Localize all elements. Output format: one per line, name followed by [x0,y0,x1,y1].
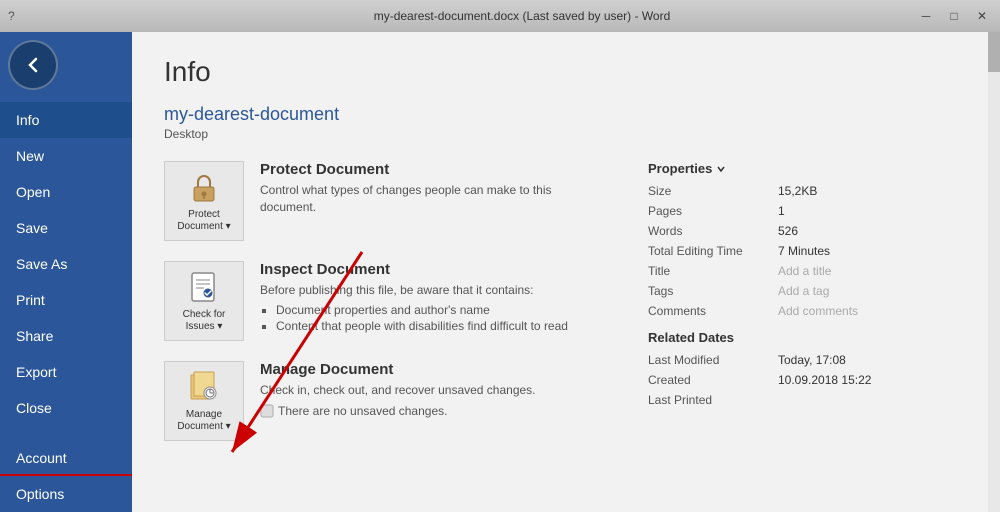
prop-label-words: Words [648,224,778,238]
manage-card-title: Manage Document [260,361,536,378]
prop-words: Words 526 [648,224,968,238]
check-issues-button[interactable]: Check forIssues ▾ [164,261,244,341]
titlebar-controls: ─ □ ✕ [916,6,992,26]
app-layout: Info New Open Save Save As Print Share E… [0,32,1000,512]
prop-label-size: Size [648,184,778,198]
inspect-bullet-2: Content that people with disabilities fi… [276,319,568,333]
prop-value-words: 526 [778,224,798,238]
manage-card-note: There are no unsaved changes. [260,403,536,420]
prop-label-comments: Comments [648,304,778,318]
protect-card-title: Protect Document [260,161,608,178]
inspect-card-text: Inspect Document Before publishing this … [260,261,568,335]
restore-button[interactable]: □ [944,6,964,26]
prop-value-pages: 1 [778,204,785,218]
sidebar-item-save[interactable]: Save [0,210,132,246]
content-inner: Info my-dearest-document Desktop [132,32,1000,512]
manage-card-desc: Check in, check out, and recover unsaved… [260,382,536,399]
close-button[interactable]: ✕ [972,6,992,26]
cards-column: ProtectDocument ▾ Protect Document Contr… [164,161,608,461]
protect-card: ProtectDocument ▾ Protect Document Contr… [164,161,608,241]
prop-value-tags[interactable]: Add a tag [778,284,829,298]
sidebar-bottom: Account Options [0,440,132,512]
prop-value-created: 10.09.2018 15:22 [778,373,871,387]
minimize-button[interactable]: ─ [916,6,936,26]
inspect-card-title: Inspect Document [260,261,568,278]
sidebar-item-new[interactable]: New [0,138,132,174]
prop-label-title: Title [648,264,778,278]
prop-tags: Tags Add a tag [648,284,968,298]
sidebar-item-share[interactable]: Share [0,318,132,354]
prop-label-tags: Tags [648,284,778,298]
inspect-card-desc: Before publishing this file, be aware th… [260,282,568,299]
cards-properties-layout: ProtectDocument ▾ Protect Document Contr… [164,161,968,461]
prop-value-last-modified: Today, 17:08 [778,353,846,367]
prop-label-created: Created [648,373,778,387]
prop-size: Size 15,2KB [648,184,968,198]
prop-value-title[interactable]: Add a title [778,264,831,278]
sidebar-item-open[interactable]: Open [0,174,132,210]
sidebar-nav: Info New Open Save Save As Print Share E… [0,102,132,426]
sidebar-item-close[interactable]: Close [0,390,132,426]
prop-pages: Pages 1 [648,204,968,218]
titlebar-left: ? [8,9,128,23]
related-dates-title: Related Dates [648,330,968,345]
protect-card-text: Protect Document Control what types of c… [260,161,608,220]
titlebar-title: my-dearest-document.docx (Last saved by … [128,9,916,23]
properties-panel: Properties Size 15,2KB Pages 1 Words 526 [648,161,968,461]
sidebar-item-save-as[interactable]: Save As [0,246,132,282]
prop-comments: Comments Add comments [648,304,968,318]
help-button[interactable]: ? [8,9,15,23]
sidebar-item-print[interactable]: Print [0,282,132,318]
document-location: Desktop [164,127,968,141]
sidebar-item-export[interactable]: Export [0,354,132,390]
inspect-bullet-1: Document properties and author's name [276,303,568,317]
manage-document-button[interactable]: ManageDocument ▾ [164,361,244,441]
scrollbar[interactable] [988,32,1000,512]
prop-created: Created 10.09.2018 15:22 [648,373,968,387]
document-name: my-dearest-document [164,104,968,125]
protect-card-desc: Control what types of changes people can… [260,182,608,216]
sidebar-item-info[interactable]: Info [0,102,132,138]
titlebar: ? my-dearest-document.docx (Last saved b… [0,0,1000,32]
inspect-card: Check forIssues ▾ Inspect Document Befor… [164,261,608,341]
manage-card: ManageDocument ▾ Manage Document Check i… [164,361,608,441]
manage-card-text: Manage Document Check in, check out, and… [260,361,536,424]
prop-value-size: 15,2KB [778,184,817,198]
properties-section-title: Properties [648,161,968,176]
prop-editing-time: Total Editing Time 7 Minutes [648,244,968,258]
sidebar: Info New Open Save Save As Print Share E… [0,32,132,512]
protect-document-button[interactable]: ProtectDocument ▾ [164,161,244,241]
sidebar-item-options[interactable]: Options [0,476,132,512]
prop-value-editing-time: 7 Minutes [778,244,830,258]
page-title: Info [164,56,968,88]
sidebar-item-account[interactable]: Account [0,440,132,476]
prop-last-printed: Last Printed [648,393,968,407]
back-button[interactable] [8,40,58,90]
prop-last-modified: Last Modified Today, 17:08 [648,353,968,367]
prop-title: Title Add a title [648,264,968,278]
prop-label-editing-time: Total Editing Time [648,244,778,258]
content-area: Info my-dearest-document Desktop [132,32,1000,512]
prop-value-comments[interactable]: Add comments [778,304,858,318]
prop-label-last-modified: Last Modified [648,353,778,367]
prop-label-pages: Pages [648,204,778,218]
scrollbar-thumb[interactable] [988,32,1000,72]
prop-label-last-printed: Last Printed [648,393,778,407]
